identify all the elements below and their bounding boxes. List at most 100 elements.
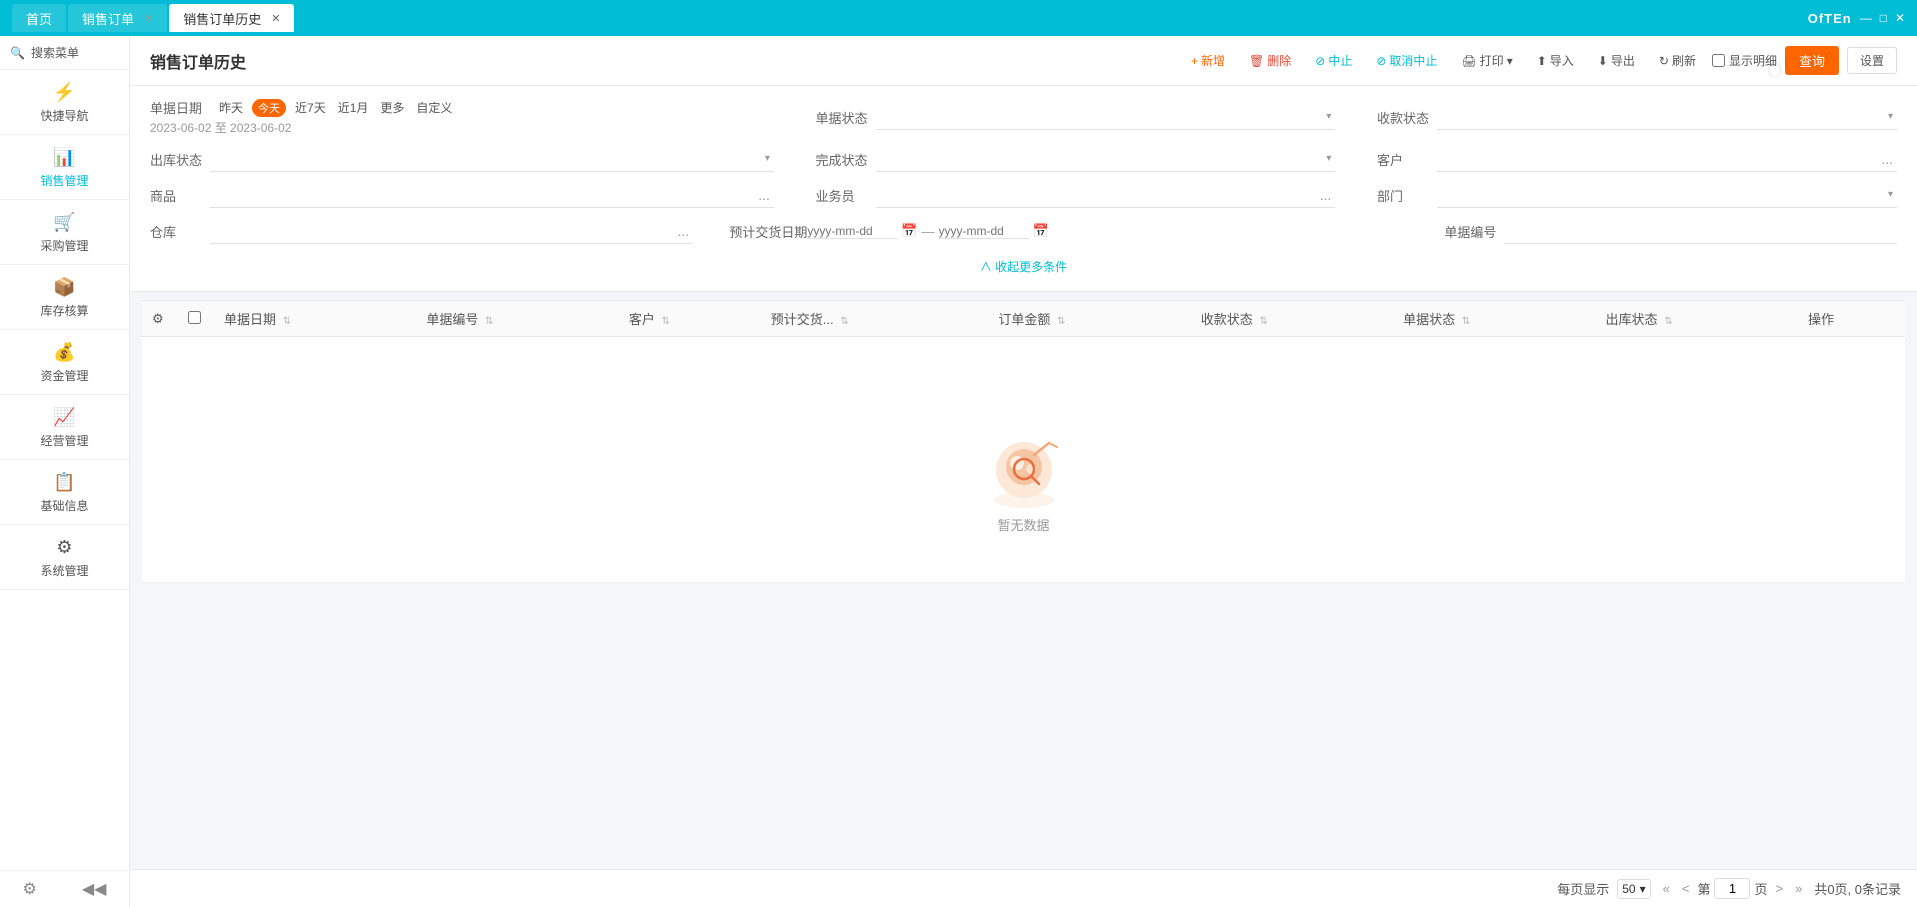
tab-sales-order[interactable]: 销售订单 ✕ <box>68 4 167 32</box>
delete-icon: 🗑 <box>1249 54 1264 68</box>
date-option-today[interactable]: 今天 <box>252 99 286 117</box>
warehouse-out-label: 出库状态 <box>150 150 210 169</box>
sidebar-item-inventory[interactable]: 📦 库存核算 <box>0 265 129 330</box>
filter-delivery-date-item: 预计交货日期 📅 — 📅 <box>729 222 1408 241</box>
top-bar-right: OfTEn — □ ✕ <box>1808 11 1905 26</box>
settings-gear-icon[interactable]: ⚙ <box>152 311 164 326</box>
print-button[interactable]: 🖨 打印 ▾ <box>1453 48 1520 73</box>
sidebar-item-quick-nav[interactable]: ⚡ 快捷导航 <box>0 70 129 135</box>
page-title: 销售订单历史 <box>150 49 246 73</box>
sidebar-item-finance[interactable]: 💰 资金管理 <box>0 330 129 395</box>
delete-button[interactable]: 🗑 删除 <box>1241 48 1299 73</box>
sidebar-item-operation[interactable]: 📈 经营管理 <box>0 395 129 460</box>
payment-status-select[interactable]: ▾ <box>1437 104 1897 130</box>
window-minimize[interactable]: — <box>1860 11 1872 25</box>
sidebar-sales-label: 销售管理 <box>40 172 88 189</box>
salesperson-dots-icon: ... <box>1320 187 1332 203</box>
doc-status-select[interactable]: ▾ <box>876 104 1336 130</box>
stop-button[interactable]: ⊘ 中止 <box>1307 48 1360 73</box>
delivery-date-label: 预计交货日期 <box>729 222 807 241</box>
sidebar-item-search-menu[interactable]: 🔍 搜索菜单 <box>0 36 129 70</box>
query-button[interactable]: 查询 <box>1785 46 1839 75</box>
export-button[interactable]: ⬇ 导出 <box>1590 48 1643 73</box>
doc-status-label: 单据状态 <box>816 108 876 127</box>
tab-sales-order-close[interactable]: ✕ <box>144 12 153 25</box>
order-no-label: 单据编号 <box>1444 222 1504 241</box>
customer-input-area[interactable]: ... <box>1437 146 1897 172</box>
th-date[interactable]: 单据日期 ⇅ <box>214 301 416 337</box>
search-icon: 🔍 <box>10 46 25 60</box>
th-checkbox[interactable] <box>178 301 214 337</box>
sidebar-item-system[interactable]: ⚙ 系统管理 <box>0 525 129 590</box>
date-option-7days[interactable]: 近7天 <box>292 99 329 116</box>
warehouse-out-select[interactable]: ▾ <box>210 146 774 172</box>
goods-input-area[interactable]: ... <box>210 182 774 208</box>
calendar-from-icon[interactable]: 📅 <box>901 223 917 239</box>
sidebar-item-sales[interactable]: 📊 销售管理 <box>0 135 129 200</box>
th-customer-sort-icon: ⇅ <box>661 316 669 327</box>
date-label: 单据日期 <box>150 98 210 117</box>
th-delivery-sort-icon: ⇅ <box>840 316 848 327</box>
quick-nav-icon: ⚡ <box>53 82 75 103</box>
th-out-status[interactable]: 出库状态 ⇅ <box>1596 301 1798 337</box>
filter-row-4: 仓库 ... 预计交货日期 📅 — 📅 <box>150 218 1897 244</box>
order-no-input-area[interactable] <box>1504 218 1897 244</box>
empty-text: 暂无数据 <box>997 515 1049 534</box>
dept-select[interactable]: ▾ <box>1437 182 1897 208</box>
th-amount-sort-icon: ⇅ <box>1057 316 1065 327</box>
delivery-date-from-input[interactable] <box>807 224 897 239</box>
import-button[interactable]: ⬆ 导入 <box>1529 48 1582 73</box>
window-close[interactable]: ✕ <box>1895 11 1905 25</box>
sidebar-settings-icon[interactable]: ⚙ <box>23 879 37 899</box>
show-detail-checkbox-label[interactable]: 显示明细 <box>1712 52 1777 69</box>
th-customer[interactable]: 客户 ⇅ <box>619 301 761 337</box>
th-amount[interactable]: 订单金额 ⇅ <box>988 301 1190 337</box>
refresh-button[interactable]: ↻ 刷新 <box>1651 48 1704 73</box>
page-number-input[interactable] <box>1714 878 1750 899</box>
salesperson-input-area[interactable]: ... <box>876 182 1336 208</box>
th-doc-status[interactable]: 单据状态 ⇅ <box>1393 301 1595 337</box>
select-all-checkbox[interactable] <box>188 311 201 324</box>
next-page-button[interactable]: > <box>1771 879 1787 898</box>
tab-sales-history-close[interactable]: ✕ <box>271 12 280 25</box>
delivery-date-to-input[interactable] <box>939 224 1029 239</box>
prev-page-button[interactable]: < <box>1678 879 1694 898</box>
th-out-status-label: 出库状态 <box>1606 312 1658 327</box>
th-no[interactable]: 单据编号 ⇅ <box>416 301 618 337</box>
warehouse-input-area[interactable]: ... <box>210 218 693 244</box>
page-prefix: 第 <box>1697 879 1710 898</box>
th-payment[interactable]: 收款状态 ⇅ <box>1191 301 1393 337</box>
sidebar-inventory-label: 库存核算 <box>40 302 88 319</box>
show-detail-checkbox[interactable] <box>1712 54 1725 67</box>
complete-arrow-icon: ▾ <box>1326 153 1331 164</box>
date-option-custom[interactable]: 自定义 <box>413 99 455 116</box>
date-option-yesterday[interactable]: 昨天 <box>216 99 246 116</box>
set-button[interactable]: 设置 <box>1847 47 1897 74</box>
th-delivery[interactable]: 预计交货... ⇅ <box>761 301 989 337</box>
tab-home[interactable]: 首页 <box>12 4 66 32</box>
th-delivery-label: 预计交货... <box>771 312 834 327</box>
new-button[interactable]: + 新增 <box>1183 48 1233 73</box>
page-suffix: 页 <box>1754 879 1767 898</box>
content-area: 销售订单历史 + 新增 🗑 删除 ⊘ 中止 ⊘ 取消中止 <box>130 36 1917 907</box>
page-size-select[interactable]: 50 ▾ <box>1617 879 1650 899</box>
th-settings[interactable]: ⚙ <box>142 301 178 337</box>
tab-sales-history[interactable]: 销售订单历史 ✕ <box>169 4 294 32</box>
main-layout: 🔍 搜索菜单 ⚡ 快捷导航 📊 销售管理 🛒 采购管理 📦 库存核算 💰 资金管… <box>0 36 1917 907</box>
sidebar-item-base[interactable]: 📋 基础信息 <box>0 460 129 525</box>
sidebar-item-purchase[interactable]: 🛒 采购管理 <box>0 200 129 265</box>
calendar-to-icon[interactable]: 📅 <box>1033 223 1049 239</box>
tab-sales-history-label: 销售订单历史 <box>183 9 261 28</box>
cancel-stop-button[interactable]: ⊘ 取消中止 <box>1368 48 1445 73</box>
operation-icon: 📈 <box>53 407 75 428</box>
date-option-1month[interactable]: 近1月 <box>335 99 372 116</box>
date-option-more[interactable]: 更多 <box>377 99 407 116</box>
page-nav: « < 第 页 > » <box>1659 878 1807 899</box>
import-icon: ⬆ <box>1537 54 1547 68</box>
complete-select[interactable]: ▾ <box>876 146 1336 172</box>
last-page-button[interactable]: » <box>1791 879 1806 898</box>
window-maximize[interactable]: □ <box>1880 11 1887 25</box>
first-page-button[interactable]: « <box>1659 879 1674 898</box>
collapse-filter-bar[interactable]: ∧ 收起更多条件 <box>150 254 1897 279</box>
sidebar-collapse-icon[interactable]: ◀◀ <box>82 879 107 899</box>
